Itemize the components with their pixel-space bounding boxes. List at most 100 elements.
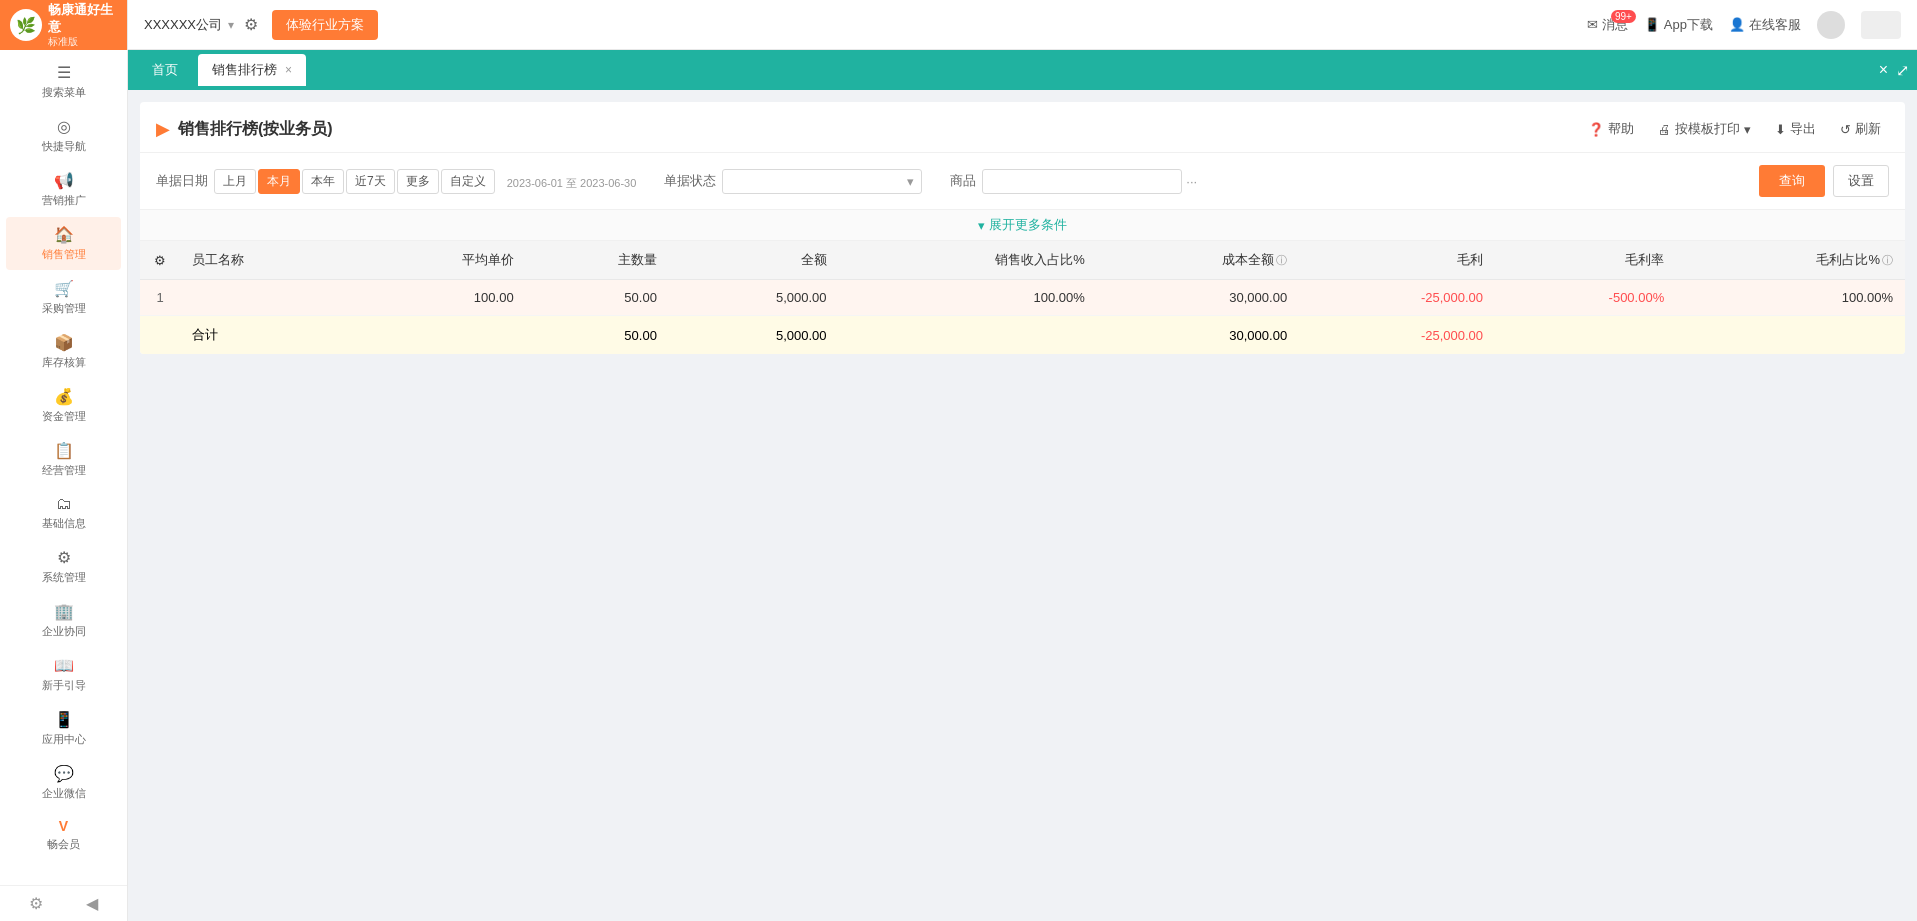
sidebar-item-purchase[interactable]: 🛒 采购管理 [6,271,121,324]
online-service-btn[interactable]: 👤 在线客服 [1729,16,1801,34]
status-label: 单据状态 [664,172,716,190]
marketing-icon: 📢 [54,171,74,190]
top-header: XXXXXX公司 ▾ ⚙ 体验行业方案 ✉ 消息 99+ 📱 App下载 👤 在… [128,0,1917,50]
quick-nav-icon: ◎ [57,117,71,136]
page-header: ▶ 销售排行榜(按业务员) ❓ 帮助 🖨 按模板打印 ▾ ⬇ 导 [140,102,1905,153]
status-select[interactable] [722,169,922,194]
footer-amount: 5,000.00 [669,316,839,355]
finance-icon: 💰 [54,387,74,406]
query-button[interactable]: 查询 [1759,165,1825,197]
window-expand-icon[interactable]: ⤢ [1896,61,1909,80]
print-chevron-icon: ▾ [1744,122,1751,137]
operations-icon: 📋 [54,441,74,460]
col-setting[interactable]: ⚙ [140,241,180,280]
sidebar-item-operations[interactable]: 📋 经营管理 [6,433,121,486]
footer-avg-price [353,316,526,355]
sidebar-item-app-center[interactable]: 📱 应用中心 [6,702,121,755]
col-profit-rate-header: 毛利率 [1495,241,1676,280]
col-sales-pct-header: 销售收入占比% [839,241,1097,280]
col-qty-header: 主数量 [526,241,669,280]
app-download-icon: 📱 [1644,17,1660,32]
system-icon: ⚙ [57,548,71,567]
window-close-icon[interactable]: × [1879,61,1888,79]
date-btn-custom[interactable]: 自定义 [441,169,495,194]
company-name: XXXXXX公司 [144,16,222,34]
expand-chevron-icon: ▾ [978,218,985,233]
page-container: ▶ 销售排行榜(按业务员) ❓ 帮助 🖨 按模板打印 ▾ ⬇ 导 [140,102,1905,354]
inventory-icon: 📦 [54,333,74,352]
sidebar-item-inventory[interactable]: 📦 库存核算 [6,325,121,378]
page-actions: ❓ 帮助 🖨 按模板打印 ▾ ⬇ 导出 ↺ 刷新 [1580,116,1889,142]
goods-more-icon[interactable]: ··· [1186,174,1197,189]
filter-right-section: 查询 设置 [1759,165,1889,197]
logo: 🌿 畅康通好生意 标准版 [0,0,127,50]
enterprise-icon: 🏢 [54,602,74,621]
profit-pct-info-icon[interactable]: ⓘ [1882,254,1893,266]
date-btn-this-year[interactable]: 本年 [302,169,344,194]
print-icon: 🖨 [1658,122,1671,137]
sidebar-item-sales[interactable]: 🏠 销售管理 [6,217,121,270]
sidebar-collapse-btn[interactable]: ◀ [86,894,98,913]
date-btn-last-month[interactable]: 上月 [214,169,256,194]
col-profit-pct-header: 毛利占比%ⓘ [1676,241,1905,280]
app-center-icon: 📱 [54,710,74,729]
sidebar-settings-btn[interactable]: ⚙ [29,894,43,913]
main-area: XXXXXX公司 ▾ ⚙ 体验行业方案 ✉ 消息 99+ 📱 App下载 👤 在… [128,0,1917,921]
goods-filter-group: 商品 ··· [950,169,1197,194]
footer-empty [140,316,180,355]
app-download-btn[interactable]: 📱 App下载 [1644,16,1713,34]
sidebar-item-system[interactable]: ⚙ 系统管理 [6,540,121,593]
help-icon: ❓ [1588,122,1604,137]
sidebar-item-basic-info[interactable]: 🗂 基础信息 [6,487,121,539]
date-filter-group: 单据日期 上月 本月 本年 近7天 更多 自定义 [156,169,495,194]
sidebar-item-search-order[interactable]: ☰ 搜索菜单 [6,55,121,108]
sidebar-item-quick-nav[interactable]: ◎ 快捷导航 [6,109,121,162]
sidebar-item-weixin[interactable]: 💬 企业微信 [6,756,121,809]
tab-sales-ranking[interactable]: 销售排行榜 × [198,54,306,86]
sidebar-item-finance[interactable]: 💰 资金管理 [6,379,121,432]
footer-profit-pct [1676,316,1905,355]
tab-home[interactable]: 首页 [136,50,194,90]
date-btn-more[interactable]: 更多 [397,169,439,194]
col-cost-header: 成本全额ⓘ [1097,241,1299,280]
status-select-wrapper [722,169,922,194]
sidebar-item-guide[interactable]: 📖 新手引导 [6,648,121,701]
footer-sales-pct [839,316,1097,355]
col-amount-header: 全额 [669,241,839,280]
date-btn-7days[interactable]: 近7天 [346,169,395,194]
footer-profit: -25,000.00 [1299,316,1495,355]
sidebar-footer: ⚙ ◀ [0,885,127,921]
sidebar-item-member[interactable]: V 畅会员 [6,810,121,860]
logo-text: 畅康通好生意 标准版 [48,2,117,49]
sidebar-item-marketing[interactable]: 📢 营销推广 [6,163,121,216]
guide-icon: 📖 [54,656,74,675]
user-avatar2[interactable] [1861,11,1901,39]
logo-icon: 🌿 [10,9,42,41]
help-btn[interactable]: ❓ 帮助 [1580,116,1642,142]
expand-more-btn[interactable]: ▾ 展开更多条件 [978,216,1067,234]
tab-close-icon[interactable]: × [285,63,292,77]
print-btn[interactable]: 🖨 按模板打印 ▾ [1650,116,1759,142]
page-back-icon[interactable]: ▶ [156,118,170,140]
header-gear-icon[interactable]: ⚙ [244,15,258,34]
tab-bar: 首页 销售排行榜 × × ⤢ [128,50,1917,90]
online-service-label: 在线客服 [1749,16,1801,34]
sidebar-item-enterprise[interactable]: 🏢 企业协同 [6,594,121,647]
company-selector[interactable]: XXXXXX公司 ▾ [144,16,234,34]
refresh-btn[interactable]: ↺ 刷新 [1832,116,1889,142]
table-footer-row: 合计 50.00 5,000.00 30,000.00 -25,000.00 [140,316,1905,355]
cost-info-icon[interactable]: ⓘ [1276,254,1287,266]
col-setting-icon[interactable]: ⚙ [154,253,166,268]
messages-btn[interactable]: ✉ 消息 99+ [1587,16,1628,34]
date-btn-this-month[interactable]: 本月 [258,169,300,194]
date-label: 单据日期 [156,172,208,190]
trial-button[interactable]: 体验行业方案 [272,10,378,40]
col-avg-price-header: 平均单价 [353,241,526,280]
settings-button[interactable]: 设置 [1833,165,1889,197]
date-buttons: 上月 本月 本年 近7天 更多 自定义 [214,169,495,194]
content-area: ▶ 销售排行榜(按业务员) ❓ 帮助 🖨 按模板打印 ▾ ⬇ 导 [128,90,1917,921]
export-btn[interactable]: ⬇ 导出 [1767,116,1824,142]
user-avatar[interactable] [1817,11,1845,39]
table-row: 1 100.00 50.00 5,000.00 100.00% 30,000.0… [140,280,1905,316]
goods-input[interactable] [982,169,1182,194]
